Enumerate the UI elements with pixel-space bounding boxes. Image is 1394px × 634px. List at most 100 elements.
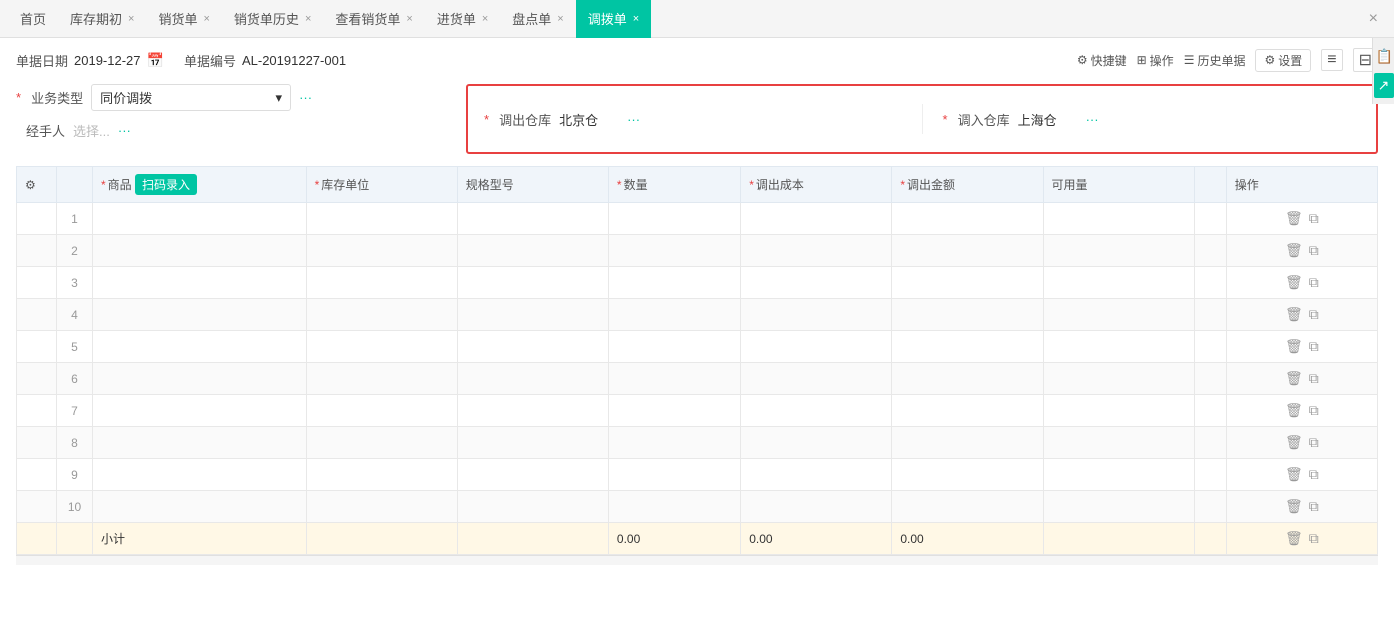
in-warehouse-more[interactable]: ···: [1086, 112, 1099, 127]
row-unit-cell[interactable]: [306, 331, 457, 363]
tab-close-stocktake[interactable]: ×: [557, 13, 563, 25]
operate-btn[interactable]: ⊞ 操作: [1137, 52, 1174, 69]
close-all-tabs[interactable]: ×: [1361, 10, 1386, 28]
row-qty-cell[interactable]: [608, 203, 740, 235]
tab-close-view-sales[interactable]: ×: [406, 13, 412, 25]
tab-close-sales-order[interactable]: ×: [203, 13, 209, 25]
tab-close-transfer[interactable]: ×: [633, 13, 639, 25]
scroll-row[interactable]: [16, 555, 1378, 565]
row-amount-cell[interactable]: [892, 267, 1043, 299]
row-copy-icon[interactable]: ⧉: [1309, 210, 1319, 227]
row-cost-cell[interactable]: [741, 491, 892, 523]
row-product-cell[interactable]: [93, 235, 307, 267]
row-qty-cell[interactable]: [608, 395, 740, 427]
row-qty-cell[interactable]: [608, 267, 740, 299]
layout-icon-1[interactable]: ≡: [1321, 49, 1342, 71]
row-cost-cell[interactable]: [741, 299, 892, 331]
tab-purchase[interactable]: 进货单 ×: [425, 0, 500, 38]
row-amount-cell[interactable]: [892, 491, 1043, 523]
row-amount-cell[interactable]: [892, 331, 1043, 363]
sidebar-export-icon[interactable]: ↗: [1374, 73, 1394, 98]
tab-close-purchase[interactable]: ×: [482, 13, 488, 25]
row-delete-icon[interactable]: 🗑: [1285, 402, 1303, 419]
row-unit-cell[interactable]: [306, 267, 457, 299]
row-amount-cell[interactable]: [892, 459, 1043, 491]
row-product-cell[interactable]: [93, 395, 307, 427]
row-product-cell[interactable]: [93, 363, 307, 395]
row-qty-cell[interactable]: [608, 459, 740, 491]
row-spec-cell[interactable]: [457, 203, 608, 235]
row-unit-cell[interactable]: [306, 427, 457, 459]
row-copy-icon[interactable]: ⧉: [1309, 306, 1319, 323]
calendar-icon[interactable]: 📅: [147, 52, 164, 69]
row-product-cell[interactable]: [93, 491, 307, 523]
row-cost-cell[interactable]: [741, 427, 892, 459]
row-qty-cell[interactable]: [608, 491, 740, 523]
subtotal-copy-icon[interactable]: ⧉: [1309, 530, 1319, 547]
row-spec-cell[interactable]: [457, 363, 608, 395]
row-spec-cell[interactable]: [457, 427, 608, 459]
row-qty-cell[interactable]: [608, 331, 740, 363]
row-copy-icon[interactable]: ⧉: [1309, 274, 1319, 291]
row-delete-icon[interactable]: 🗑: [1285, 338, 1303, 355]
row-product-cell[interactable]: [93, 459, 307, 491]
row-qty-cell[interactable]: [608, 363, 740, 395]
handler-more[interactable]: ···: [118, 123, 131, 138]
row-unit-cell[interactable]: [306, 395, 457, 427]
row-product-cell[interactable]: [93, 331, 307, 363]
row-spec-cell[interactable]: [457, 235, 608, 267]
row-spec-cell[interactable]: [457, 395, 608, 427]
tab-view-sales[interactable]: 查看销货单 ×: [323, 0, 424, 38]
row-copy-icon[interactable]: ⧉: [1309, 242, 1319, 259]
row-copy-icon[interactable]: ⧉: [1309, 370, 1319, 387]
row-unit-cell[interactable]: [306, 363, 457, 395]
row-amount-cell[interactable]: [892, 299, 1043, 331]
row-copy-icon[interactable]: ⧉: [1309, 498, 1319, 515]
row-amount-cell[interactable]: [892, 395, 1043, 427]
row-cost-cell[interactable]: [741, 395, 892, 427]
row-spec-cell[interactable]: [457, 459, 608, 491]
row-delete-icon[interactable]: 🗑: [1285, 466, 1303, 483]
row-amount-cell[interactable]: [892, 203, 1043, 235]
row-cost-cell[interactable]: [741, 331, 892, 363]
tab-stocktake[interactable]: 盘点单 ×: [500, 0, 575, 38]
row-amount-cell[interactable]: [892, 427, 1043, 459]
row-cost-cell[interactable]: [741, 363, 892, 395]
scan-btn[interactable]: 扫码录入: [135, 174, 197, 195]
row-spec-cell[interactable]: [457, 267, 608, 299]
row-copy-icon[interactable]: ⧉: [1309, 338, 1319, 355]
row-delete-icon[interactable]: 🗑: [1285, 210, 1303, 227]
settings-button[interactable]: ⚙ 设置: [1255, 49, 1311, 72]
subtotal-delete-icon[interactable]: 🗑: [1285, 530, 1303, 547]
col-settings-header[interactable]: ⚙: [17, 167, 57, 203]
tab-close-sales-history[interactable]: ×: [305, 13, 311, 25]
row-unit-cell[interactable]: [306, 459, 457, 491]
row-spec-cell[interactable]: [457, 491, 608, 523]
out-warehouse-more[interactable]: ···: [627, 112, 640, 127]
row-cost-cell[interactable]: [741, 235, 892, 267]
business-type-more[interactable]: ···: [299, 90, 312, 105]
row-delete-icon[interactable]: 🗑: [1285, 306, 1303, 323]
row-cost-cell[interactable]: [741, 203, 892, 235]
row-copy-icon[interactable]: ⧉: [1309, 402, 1319, 419]
tab-home[interactable]: 首页: [8, 0, 58, 38]
row-product-cell[interactable]: [93, 267, 307, 299]
row-unit-cell[interactable]: [306, 491, 457, 523]
business-type-select[interactable]: 同价调拨 ▾: [91, 84, 291, 111]
row-cost-cell[interactable]: [741, 459, 892, 491]
row-unit-cell[interactable]: [306, 235, 457, 267]
row-cost-cell[interactable]: [741, 267, 892, 299]
row-product-cell[interactable]: [93, 299, 307, 331]
row-amount-cell[interactable]: [892, 363, 1043, 395]
row-copy-icon[interactable]: ⧉: [1309, 434, 1319, 451]
row-qty-cell[interactable]: [608, 235, 740, 267]
row-delete-icon[interactable]: 🗑: [1285, 434, 1303, 451]
row-delete-icon[interactable]: 🗑: [1285, 498, 1303, 515]
handler-placeholder[interactable]: 选择...: [73, 121, 110, 140]
tab-transfer[interactable]: 调拨单 ×: [576, 0, 651, 38]
history-btn[interactable]: ☰ 历史单据: [1184, 52, 1246, 69]
row-spec-cell[interactable]: [457, 299, 608, 331]
shortcut-btn[interactable]: ⚙ 快捷键: [1077, 52, 1127, 69]
row-qty-cell[interactable]: [608, 299, 740, 331]
row-unit-cell[interactable]: [306, 203, 457, 235]
